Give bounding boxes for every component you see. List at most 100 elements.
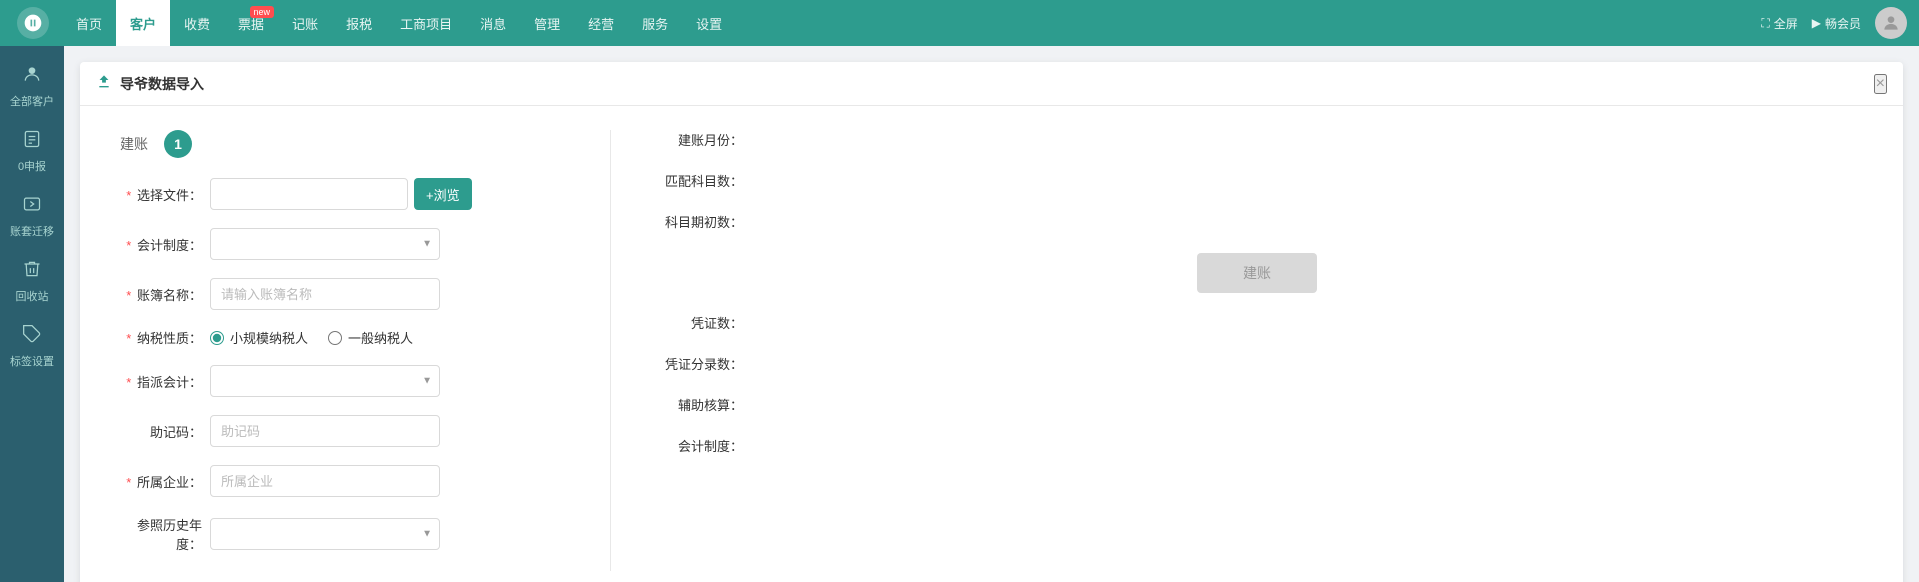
- voucher-count-label: 凭证数：: [651, 313, 751, 332]
- nav-item-business[interactable]: 工商项目: [386, 0, 466, 46]
- sidebar-label-all-clients: 全部客户: [10, 93, 54, 109]
- file-input-group: +浏览: [210, 178, 440, 210]
- company-label: * 所属企业：: [120, 472, 210, 491]
- panel-header: 导爷数据导入 ×: [80, 62, 1903, 106]
- file-label: * 选择文件：: [120, 185, 210, 204]
- nav-item-invoices[interactable]: 票据 new: [224, 0, 278, 46]
- form-divider: [610, 130, 611, 571]
- general-taxpayer-label: 一般纳税人: [348, 328, 413, 347]
- sidebar-item-tag-settings[interactable]: 标签设置: [0, 314, 64, 377]
- panel-close-button[interactable]: ×: [1874, 74, 1887, 94]
- content-area: 导爷数据导入 × 建账 1 * 选择文件：: [64, 46, 1919, 582]
- voucher-entries-label: 凭证分录数：: [651, 354, 751, 373]
- new-badge: new: [250, 6, 275, 18]
- sidebar-item-zero-declaration[interactable]: 0申报: [0, 119, 64, 182]
- sidebar: 全部客户 0申报 账套迁移: [0, 46, 64, 582]
- nav-item-operations[interactable]: 经营: [574, 0, 628, 46]
- subject-initial-label: 科目期初数：: [651, 212, 751, 231]
- member-label: 畅会员: [1825, 15, 1861, 32]
- voucher-entries-row: 凭证分录数：: [651, 354, 1863, 373]
- nav-item-clients[interactable]: 客户: [116, 0, 170, 46]
- nav-item-tax[interactable]: 报税: [332, 0, 386, 46]
- company-row: * 所属企业：: [120, 465, 570, 497]
- step-label: 建账: [120, 134, 148, 154]
- avatar: [1875, 7, 1907, 39]
- sidebar-item-recycle[interactable]: 回收站: [0, 249, 64, 312]
- file-input[interactable]: [210, 178, 408, 210]
- avatar-area[interactable]: [1875, 7, 1907, 39]
- small-taxpayer-label: 小规模纳税人: [230, 328, 308, 347]
- sidebar-label-zero-declaration: 0申报: [18, 158, 46, 174]
- accountant-select[interactable]: [210, 365, 440, 397]
- sidebar-label-tag-settings: 标签设置: [10, 353, 54, 369]
- sidebar-item-migration[interactable]: 账套迁移: [0, 184, 64, 247]
- zero-declaration-icon: [22, 129, 42, 154]
- recycle-icon: [22, 259, 42, 284]
- nav-items: 首页 客户 收费 票据 new 记账 报税 工商项目 消息 管理 经营 服务 设…: [62, 0, 1761, 46]
- nav-right: ⛶ 全屏 ▶ 畅会员: [1761, 7, 1907, 39]
- accounting-system-select-wrap: ▼: [210, 228, 440, 260]
- right-accounting-system-label: 会计制度：: [651, 436, 751, 455]
- company-input[interactable]: [210, 465, 440, 497]
- accounting-system-row: * 会计制度： ▼: [120, 228, 570, 260]
- migration-icon: [22, 194, 42, 219]
- member-button[interactable]: ▶ 畅会员: [1812, 15, 1861, 32]
- ref-year-select[interactable]: [210, 518, 440, 550]
- auxiliary-accounting-row: 辅助核算：: [651, 395, 1863, 414]
- panel-title: 导爷数据导入: [120, 74, 204, 94]
- nav-item-service[interactable]: 服务: [628, 0, 682, 46]
- ref-year-label: 参照历史年度：: [120, 515, 210, 553]
- small-taxpayer-option[interactable]: 小规模纳税人: [210, 328, 308, 347]
- nav-item-fees[interactable]: 收费: [170, 0, 224, 46]
- accountant-row: * 指派会计： ▼: [120, 365, 570, 397]
- nav-item-bookkeeping[interactable]: 记账: [278, 0, 332, 46]
- tax-type-radio-group: 小规模纳税人 一般纳税人: [210, 328, 413, 347]
- memo-code-input[interactable]: [210, 415, 440, 447]
- memo-code-row: 助记码：: [120, 415, 570, 447]
- file-row: * 选择文件： +浏览: [120, 178, 570, 210]
- tax-type-label: * 纳税性质：: [120, 328, 210, 347]
- ledger-name-label: * 账簿名称：: [120, 285, 210, 304]
- form-right: 建账月份： 匹配科目数： 科目期初数： 建账: [651, 130, 1863, 571]
- member-icon: ▶: [1812, 16, 1821, 30]
- accounting-system-label: * 会计制度：: [120, 235, 210, 254]
- create-account-button[interactable]: 建账: [1197, 253, 1317, 293]
- import-panel: 导爷数据导入 × 建账 1 * 选择文件：: [80, 62, 1903, 582]
- form-body: 建账 1 * 选择文件： +浏览: [80, 106, 1903, 582]
- ref-year-select-wrap: ▼: [210, 518, 440, 550]
- memo-code-label: 助记码：: [120, 422, 210, 441]
- match-subjects-label: 匹配科目数：: [651, 171, 751, 190]
- nav-item-settings[interactable]: 设置: [682, 0, 736, 46]
- sidebar-label-migration: 账套迁移: [10, 223, 54, 239]
- general-taxpayer-option[interactable]: 一般纳税人: [328, 328, 413, 347]
- nav-item-home[interactable]: 首页: [62, 0, 116, 46]
- logo-area[interactable]: [10, 0, 56, 46]
- form-left: 建账 1 * 选择文件： +浏览: [120, 130, 570, 571]
- small-taxpayer-radio[interactable]: [210, 331, 224, 345]
- nav-item-management[interactable]: 管理: [520, 0, 574, 46]
- sidebar-label-recycle: 回收站: [16, 288, 49, 304]
- subject-initial-row: 科目期初数：: [651, 212, 1863, 231]
- ledger-name-input[interactable]: [210, 278, 440, 310]
- accountant-label: * 指派会计：: [120, 372, 210, 391]
- build-month-label: 建账月份：: [651, 130, 751, 149]
- right-accounting-system-row: 会计制度：: [651, 436, 1863, 455]
- browse-button[interactable]: +浏览: [414, 178, 472, 210]
- voucher-count-row: 凭证数：: [651, 313, 1863, 332]
- sidebar-item-all-clients[interactable]: 全部客户: [0, 54, 64, 117]
- general-taxpayer-radio[interactable]: [328, 331, 342, 345]
- fullscreen-button[interactable]: ⛶ 全屏: [1761, 15, 1797, 32]
- tax-type-row: * 纳税性质： 小规模纳税人 一般纳税人: [120, 328, 570, 347]
- ledger-name-row: * 账簿名称：: [120, 278, 570, 310]
- fullscreen-icon: ⛶: [1761, 16, 1769, 31]
- top-nav: 首页 客户 收费 票据 new 记账 报税 工商项目 消息 管理 经营 服务 设…: [0, 0, 1919, 46]
- ref-year-row: 参照历史年度： ▼: [120, 515, 570, 553]
- build-month-row: 建账月份：: [651, 130, 1863, 149]
- main-layout: 全部客户 0申报 账套迁移: [0, 46, 1919, 582]
- accounting-system-select[interactable]: [210, 228, 440, 260]
- nav-item-messages[interactable]: 消息: [466, 0, 520, 46]
- all-clients-icon: [22, 64, 42, 89]
- step-row: 建账 1: [120, 130, 570, 158]
- create-button-area: 建账: [651, 253, 1863, 293]
- tag-settings-icon: [22, 324, 42, 349]
